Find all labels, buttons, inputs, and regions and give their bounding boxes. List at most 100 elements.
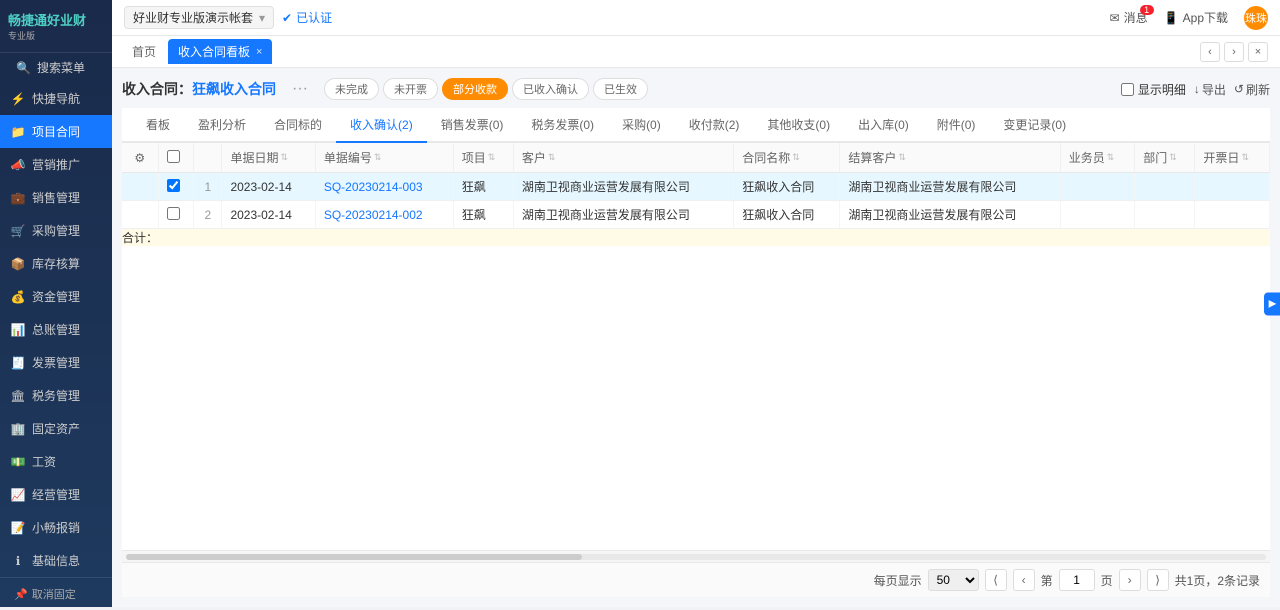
- messages-btn[interactable]: ✉ 1 消息: [1110, 9, 1148, 26]
- logo-main: 畅捷通好业财: [8, 10, 104, 29]
- last-page-btn[interactable]: ⟩: [1147, 569, 1169, 591]
- right-annotation-panel[interactable]: ▶: [1264, 292, 1280, 315]
- cell-settings: [122, 201, 158, 229]
- tab-close-all-btn[interactable]: ×: [1248, 42, 1268, 62]
- th-department[interactable]: 部门⇅: [1135, 143, 1195, 173]
- sidebar-item-7[interactable]: 🧾发票管理: [0, 346, 112, 379]
- th-settle_customer[interactable]: 结算客户⇅: [840, 143, 1060, 173]
- status-btn-0[interactable]: 未完成: [324, 78, 379, 100]
- tab-next-btn[interactable]: ›: [1224, 42, 1244, 62]
- total-info: 共1页，2条记录: [1175, 572, 1260, 589]
- th-contract_name[interactable]: 合同名称⇅: [734, 143, 840, 173]
- status-btn-3[interactable]: 已收入确认: [512, 78, 589, 100]
- sidebar-item-5[interactable]: 💰资金管理: [0, 280, 112, 313]
- sort-icon-department[interactable]: ⇅: [1169, 152, 1177, 163]
- select-all-checkbox[interactable]: [167, 150, 180, 163]
- sub-tab-0[interactable]: 看板: [132, 108, 184, 143]
- sub-tab-2[interactable]: 合同标的: [260, 108, 336, 143]
- sidebar-item-12[interactable]: 📝小畅报销: [0, 511, 112, 544]
- sidebar-item-quick-nav[interactable]: ⚡ 快捷导航: [0, 82, 112, 115]
- settings-icon[interactable]: ⚙: [134, 151, 145, 165]
- sub-tab-8[interactable]: 其他收支(0): [753, 108, 844, 143]
- sidebar-item-11[interactable]: 📈经营管理: [0, 478, 112, 511]
- scrollbar-thumb[interactable]: [126, 554, 582, 560]
- sidebar-pin-toggle[interactable]: 📌 取消固定: [0, 577, 112, 610]
- sidebar-item-4[interactable]: 📦库存核算: [0, 247, 112, 280]
- sort-icon-invoice_date[interactable]: ⇅: [1241, 152, 1249, 163]
- tab-home[interactable]: 首页: [124, 39, 164, 64]
- sidebar-item-1[interactable]: 📣营销推广: [0, 148, 112, 181]
- avatar-text: 珠珠: [1245, 10, 1267, 26]
- refresh-icon: ↺: [1234, 82, 1244, 96]
- sidebar-item-8[interactable]: 🏛税务管理: [0, 379, 112, 412]
- sidebar-item-10[interactable]: 💵工资: [0, 445, 112, 478]
- sidebar-item-0[interactable]: 📁项目合同: [0, 115, 112, 148]
- more-options-btn[interactable]: ···: [288, 80, 312, 98]
- sub-tab-4[interactable]: 销售发票(0): [427, 108, 518, 143]
- sub-tab-11[interactable]: 变更记录(0): [989, 108, 1080, 143]
- pin-label: 取消固定: [32, 586, 76, 602]
- th-sales_rep[interactable]: 业务员⇅: [1060, 143, 1135, 173]
- first-page-btn[interactable]: ⟨: [985, 569, 1007, 591]
- nav-icon-7: 🧾: [10, 355, 26, 371]
- certified-label: 已认证: [296, 9, 332, 26]
- row-checkbox-0[interactable]: [167, 179, 180, 192]
- sub-tab-10[interactable]: 附件(0): [923, 108, 990, 143]
- th-invoice_date[interactable]: 开票日⇅: [1195, 143, 1270, 173]
- table-row[interactable]: 22023-02-14SQ-20230214-002狂飙湖南卫视商业运营发展有限…: [122, 201, 1270, 229]
- cell-doc_no[interactable]: SQ-20230214-002: [315, 201, 453, 229]
- sub-tab-1[interactable]: 盈利分析: [184, 108, 260, 143]
- close-tab-btn[interactable]: ×: [256, 46, 262, 58]
- sort-icon-date[interactable]: ⇅: [280, 152, 288, 163]
- table-wrapper[interactable]: ⚙ 单据日期⇅单据编号⇅项目⇅客户⇅合同名称⇅结算客户⇅业务员⇅部门⇅开票日⇅ 1…: [122, 143, 1270, 550]
- tab-active[interactable]: 收入合同看板 ×: [168, 39, 272, 64]
- user-avatar-btn[interactable]: 珠珠: [1244, 6, 1268, 30]
- company-name: 好业财专业版演示帐套: [133, 9, 253, 26]
- cell-customer: 湖南卫视商业运营发展有限公司: [513, 201, 733, 229]
- sidebar-search[interactable]: 🔍 搜索菜单: [0, 53, 112, 82]
- sort-icon-project[interactable]: ⇅: [488, 152, 496, 163]
- sub-tab-7[interactable]: 收付款(2): [675, 108, 754, 143]
- display-detail-checkbox[interactable]: 显示明细: [1121, 81, 1186, 98]
- cell-contract_name: 狂飙收入合同: [734, 201, 840, 229]
- status-btn-4[interactable]: 已生效: [593, 78, 648, 100]
- table-row[interactable]: 12023-02-14SQ-20230214-003狂飙湖南卫视商业运营发展有限…: [122, 173, 1270, 201]
- sort-icon-contract_name[interactable]: ⇅: [792, 152, 800, 163]
- prev-page-btn[interactable]: ‹: [1013, 569, 1035, 591]
- status-btn-1[interactable]: 未开票: [383, 78, 438, 100]
- detail-checkbox-input[interactable]: [1121, 83, 1134, 96]
- export-btn[interactable]: ↓ 导出: [1194, 81, 1226, 98]
- sidebar-item-6[interactable]: 📊总账管理: [0, 313, 112, 346]
- sub-tab-3[interactable]: 收入确认(2): [336, 108, 427, 143]
- sub-tab-9[interactable]: 出入库(0): [844, 108, 923, 143]
- company-selector[interactable]: 好业财专业版演示帐套 ▾: [124, 6, 274, 29]
- th-doc_no[interactable]: 单据编号⇅: [315, 143, 453, 173]
- cell-doc_no[interactable]: SQ-20230214-003: [315, 173, 453, 201]
- doc-link-0[interactable]: SQ-20230214-003: [324, 180, 423, 194]
- sidebar-item-3[interactable]: 🛒采购管理: [0, 214, 112, 247]
- th-project[interactable]: 项目⇅: [453, 143, 513, 173]
- tab-prev-btn[interactable]: ‹: [1200, 42, 1220, 62]
- sort-icon-doc_no[interactable]: ⇅: [374, 152, 382, 163]
- app-download-btn[interactable]: 📱 App下载: [1164, 9, 1228, 26]
- sort-icon-sales_rep[interactable]: ⇅: [1107, 152, 1115, 163]
- sidebar-item-2[interactable]: 💼销售管理: [0, 181, 112, 214]
- sidebar-item-13[interactable]: ℹ基础信息: [0, 544, 112, 577]
- th-date[interactable]: 单据日期⇅: [222, 143, 315, 173]
- sort-icon-settle_customer[interactable]: ⇅: [898, 152, 906, 163]
- page-input[interactable]: [1059, 569, 1095, 591]
- row-checkbox-1[interactable]: [167, 207, 180, 220]
- refresh-btn[interactable]: ↺ 刷新: [1234, 81, 1270, 98]
- status-btn-2[interactable]: 部分收款: [442, 78, 508, 100]
- logo-sub: 专业版: [8, 29, 104, 42]
- th-customer[interactable]: 客户⇅: [513, 143, 733, 173]
- sort-icon-customer[interactable]: ⇅: [548, 152, 556, 163]
- doc-link-1[interactable]: SQ-20230214-002: [324, 208, 423, 222]
- horizontal-scrollbar[interactable]: [122, 550, 1270, 562]
- next-page-btn[interactable]: ›: [1119, 569, 1141, 591]
- page-size-select[interactable]: 2050100: [928, 569, 979, 591]
- summary-row: 合计：: [122, 229, 1270, 247]
- sidebar-item-9[interactable]: 🏢固定资产: [0, 412, 112, 445]
- sub-tab-6[interactable]: 采购(0): [608, 108, 675, 143]
- sub-tab-5[interactable]: 税务发票(0): [517, 108, 608, 143]
